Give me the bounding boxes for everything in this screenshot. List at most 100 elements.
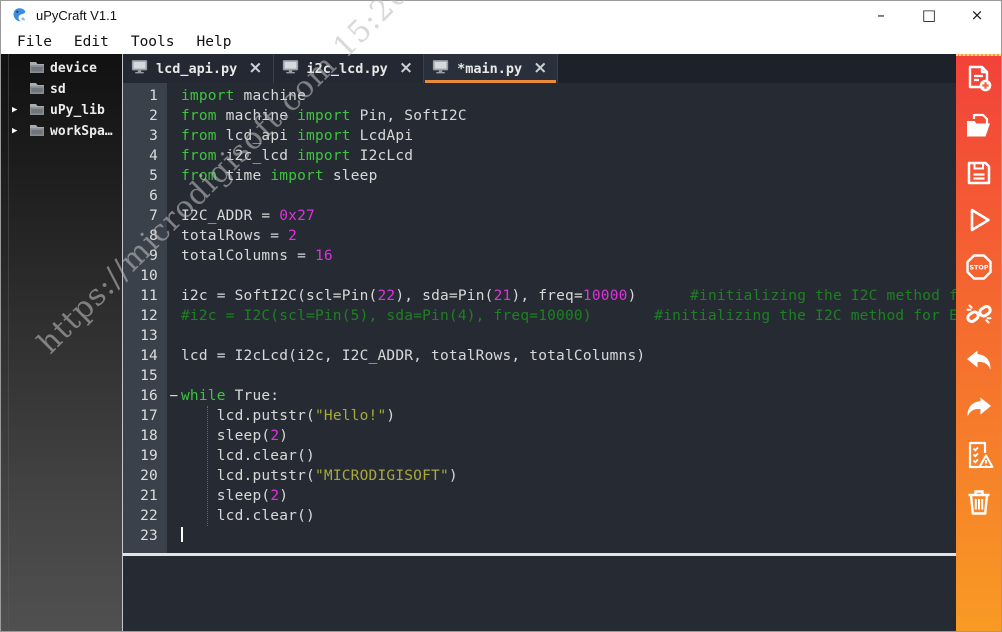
- fold-column: [167, 286, 181, 306]
- code-text: sleep(2): [181, 426, 956, 446]
- open-file-icon: [964, 111, 994, 145]
- line-number: 16: [123, 386, 167, 406]
- code-line-21: 21 sleep(2): [123, 486, 956, 506]
- tree-item-workspa-[interactable]: ▶workSpa…: [1, 121, 122, 142]
- new-file-button[interactable]: [964, 66, 994, 96]
- open-file-button[interactable]: [964, 113, 994, 143]
- menu-item-edit[interactable]: Edit: [68, 34, 115, 50]
- code-line-13: 13: [123, 326, 956, 346]
- tab-close-icon[interactable]: ×: [248, 60, 262, 77]
- monitor-icon: [282, 59, 299, 78]
- file-tree-panel: device sd▶uPy_lib▶workSpa…: [1, 54, 123, 631]
- text-cursor: [181, 527, 183, 542]
- menu-item-help[interactable]: Help: [191, 34, 238, 50]
- code-line-18: 18 sleep(2): [123, 426, 956, 446]
- fold-column: [167, 486, 181, 506]
- code-line-7: 7I2C_ADDR = 0x27: [123, 206, 956, 226]
- code-text: totalRows = 2: [181, 226, 956, 246]
- tree-item-sd[interactable]: sd: [1, 79, 122, 100]
- tree-item-label: device: [50, 61, 97, 76]
- fold-column: [167, 206, 181, 226]
- fold-column: [167, 306, 181, 326]
- code-line-10: 10: [123, 266, 956, 286]
- connect-button[interactable]: [964, 301, 994, 331]
- code-line-1: 1import machine: [123, 86, 956, 106]
- syntax-check-button[interactable]: [964, 442, 994, 472]
- tree-item-upy-lib[interactable]: ▶uPy_lib: [1, 100, 122, 121]
- line-number: 21: [123, 486, 167, 506]
- code-text: [181, 266, 956, 286]
- tab-label: *main.py: [457, 61, 522, 77]
- code-line-14: 14lcd = I2cLcd(i2c, I2C_ADDR, totalRows,…: [123, 346, 956, 366]
- app-window: uPyCraft V1.1 – □ × FileEditToolsHelp de…: [0, 0, 1002, 632]
- tab-close-icon[interactable]: ×: [399, 60, 413, 77]
- close-button[interactable]: ×: [953, 1, 1001, 29]
- tab-lcd-api-py[interactable]: lcd_api.py ×: [123, 54, 274, 83]
- minimize-button[interactable]: –: [857, 1, 905, 29]
- code-line-12: 12 #i2c = I2C(scl=Pin(5), sda=Pin(4), fre…: [123, 306, 956, 326]
- fold-column: [167, 246, 181, 266]
- code-text: lcd.clear(): [181, 506, 956, 526]
- expand-arrow-icon[interactable]: ▶: [12, 121, 24, 142]
- code-line-3: 3from lcd_api import LcdApi: [123, 126, 956, 146]
- tree-item-device[interactable]: device: [1, 58, 122, 79]
- maximize-button[interactable]: □: [905, 1, 953, 29]
- undo-button[interactable]: [964, 348, 994, 378]
- fold-column: [167, 466, 181, 486]
- code-text: #i2c = I2C(scl=Pin(5), sda=Pin(4), freq=…: [181, 306, 956, 326]
- stop-icon: STOP: [964, 252, 994, 286]
- code-editor[interactable]: 1import machine2from machine import Pin,…: [123, 83, 956, 553]
- clear-button[interactable]: [964, 489, 994, 519]
- line-number: 22: [123, 506, 167, 526]
- code-line-2: 2from machine import Pin, SoftI2C: [123, 106, 956, 126]
- line-number: 5: [123, 166, 167, 186]
- code-text: while True:: [181, 386, 956, 406]
- window-controls: – □ ×: [857, 1, 1001, 29]
- line-number: 10: [123, 266, 167, 286]
- folder-icon: [29, 122, 45, 141]
- line-number: 4: [123, 146, 167, 166]
- fold-column: [167, 506, 181, 526]
- tab-label: lcd_api.py: [156, 61, 237, 77]
- line-number: 15: [123, 366, 167, 386]
- line-number: 1: [123, 86, 167, 106]
- line-number: 7: [123, 206, 167, 226]
- menu-item-file[interactable]: File: [11, 34, 58, 50]
- line-number: 13: [123, 326, 167, 346]
- fold-column: [167, 426, 181, 446]
- syntax-check-icon: [964, 440, 994, 474]
- folder-icon: [29, 80, 45, 99]
- line-number: 12: [123, 306, 167, 326]
- indent-guide: [207, 406, 208, 526]
- code-line-20: 20 lcd.putstr("MICRODIGISOFT"): [123, 466, 956, 486]
- monitor-icon: [131, 59, 148, 78]
- redo-button[interactable]: [964, 395, 994, 425]
- tab--main-py[interactable]: *main.py ×: [424, 54, 558, 83]
- code-text: totalColumns = 16: [181, 246, 956, 266]
- editor-column: lcd_api.py×i2c_lcd.py×*main.py× 1import …: [123, 54, 956, 631]
- fold-column: [167, 266, 181, 286]
- stop-button[interactable]: STOP: [964, 254, 994, 284]
- fold-column: [167, 186, 181, 206]
- tab-i2c-lcd-py[interactable]: i2c_lcd.py×: [274, 54, 425, 83]
- code-line-22: 22 lcd.clear(): [123, 506, 956, 526]
- save-button[interactable]: [964, 160, 994, 190]
- fold-column: [167, 126, 181, 146]
- line-number: 14: [123, 346, 167, 366]
- code-text: from lcd_api import LcdApi: [181, 126, 956, 146]
- fold-column: [167, 526, 181, 546]
- code-text: from machine import Pin, SoftI2C: [181, 106, 956, 126]
- fold-column: [167, 366, 181, 386]
- tab-bar: lcd_api.py×i2c_lcd.py×*main.py×: [123, 54, 956, 83]
- menu-bar: File Edit Tools Help: [1, 29, 1001, 54]
- save-icon: [964, 158, 994, 192]
- tab-close-icon[interactable]: ×: [533, 60, 547, 77]
- line-number: 20: [123, 466, 167, 486]
- app-logo-icon: [11, 7, 28, 24]
- right-toolbar: STOP: [956, 54, 1001, 631]
- expand-arrow-icon[interactable]: ▶: [12, 100, 24, 121]
- code-line-4: 4from i2c_lcd import I2cLcd: [123, 146, 956, 166]
- run-button[interactable]: [964, 207, 994, 237]
- menu-item-tools[interactable]: Tools: [125, 34, 181, 50]
- fold-marker[interactable]: −: [167, 386, 181, 406]
